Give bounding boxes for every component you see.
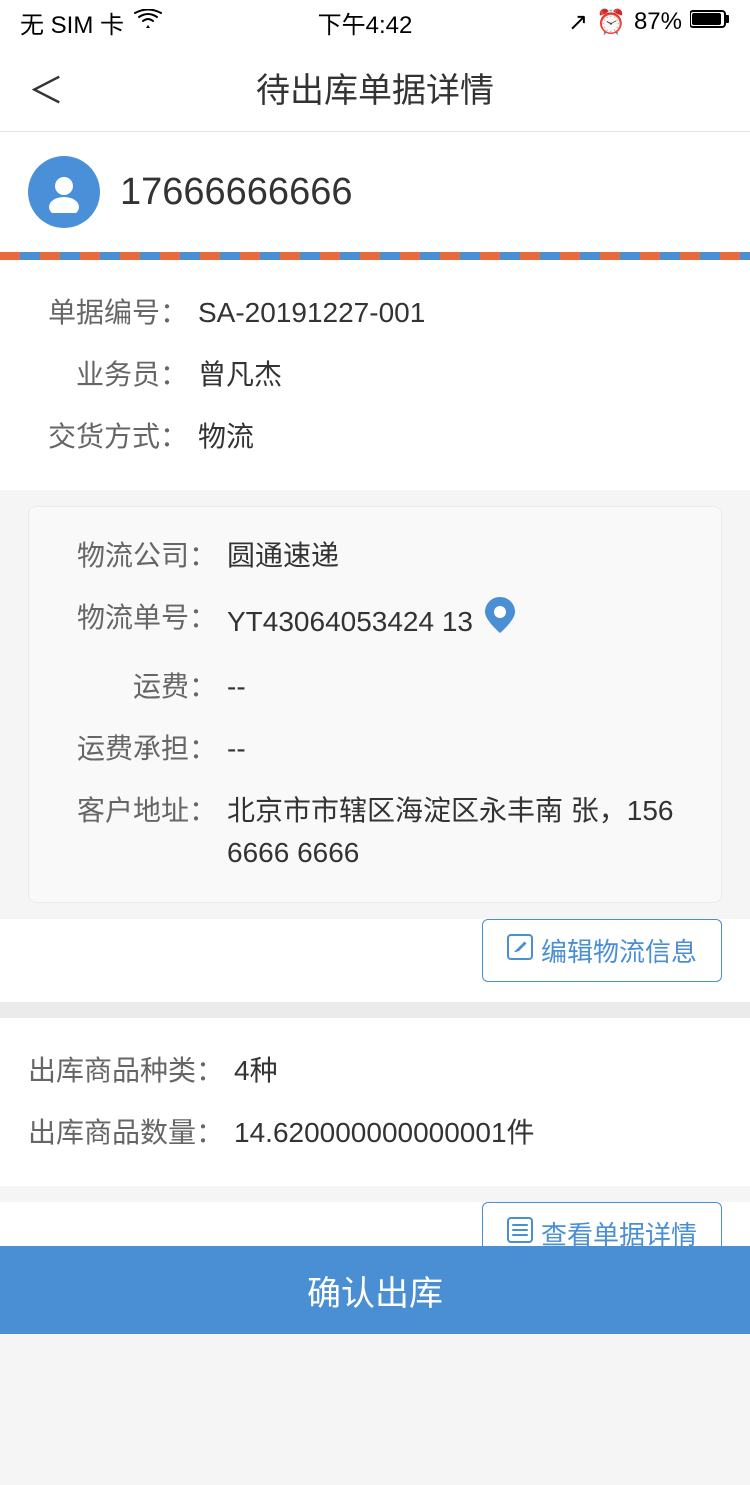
edit-logistics-label: 编辑物流信息 (541, 932, 697, 969)
goods-section: 出库商品种类： 4种 出库商品数量： 14.620000000000001件 (0, 1018, 750, 1186)
section-divider (0, 1002, 750, 1018)
tracking-row: 物流单号： YT43064053424 13 (57, 597, 693, 646)
order-number-value: SA-20191227-001 (198, 292, 722, 334)
freight-row: 运费： -- (57, 666, 693, 708)
edit-logistics-button[interactable]: 编辑物流信息 (482, 919, 722, 982)
logistics-card: 物流公司： 圆通速递 物流单号： YT43064053424 13 运费： --… (28, 506, 722, 903)
order-info-section: 单据编号： SA-20191227-001 业务员： 曾凡杰 交货方式： 物流 (0, 260, 750, 490)
nav-bar: ＜ 待出库单据详情 (0, 44, 750, 132)
order-number-row: 单据编号： SA-20191227-001 (28, 292, 722, 334)
back-button[interactable]: ＜ (28, 62, 64, 114)
battery-text: 87% (634, 8, 682, 36)
dashed-divider (0, 252, 750, 260)
goods-quantity-label: 出库商品数量： (28, 1112, 224, 1154)
freight-bearer-value: -- (227, 728, 693, 770)
edit-action-row: 编辑物流信息 (0, 919, 750, 1002)
logistics-company-row: 物流公司： 圆通速递 (57, 535, 693, 577)
wifi-icon (134, 8, 162, 36)
confirm-bar[interactable]: 确认出库 (0, 1246, 750, 1334)
alarm-icon: ⏰ (596, 8, 626, 37)
freight-label: 运费： (57, 666, 217, 708)
order-number-label: 单据编号： (28, 292, 188, 334)
logistics-company-value: 圆通速递 (227, 535, 693, 577)
location-icon: ↗ (568, 8, 588, 37)
freight-bearer-label: 运费承担： (57, 728, 217, 770)
status-left: 无 SIM 卡 (20, 5, 162, 40)
tracking-label: 物流单号： (57, 597, 217, 639)
battery-icon (690, 8, 730, 36)
address-label: 客户地址： (57, 790, 217, 832)
goods-quantity-value: 14.620000000000001件 (234, 1112, 722, 1154)
goods-quantity-row: 出库商品数量： 14.620000000000001件 (28, 1112, 722, 1154)
user-header: 17666666666 (0, 132, 750, 252)
goods-types-row: 出库商品种类： 4种 (28, 1050, 722, 1092)
freight-bearer-row: 运费承担： -- (57, 728, 693, 770)
status-right: ↗ ⏰ 87% (568, 8, 730, 37)
tracking-value: YT43064053424 13 (227, 597, 693, 646)
salesman-row: 业务员： 曾凡杰 (28, 354, 722, 396)
address-value: 北京市市辖区海淀区永丰南 张，156 6666 6666 (227, 790, 693, 874)
carrier-text: 无 SIM 卡 (20, 5, 124, 40)
avatar (28, 156, 100, 228)
edit-icon (507, 934, 533, 967)
freight-value: -- (227, 666, 693, 708)
user-phone: 17666666666 (120, 171, 352, 214)
goods-types-value: 4种 (234, 1050, 722, 1092)
delivery-value: 物流 (198, 416, 722, 458)
page-title: 待出库单据详情 (256, 63, 494, 112)
confirm-button-label: 确认出库 (307, 1266, 443, 1315)
salesman-label: 业务员： (28, 354, 188, 396)
map-pin-icon[interactable] (485, 597, 515, 646)
delivery-row: 交货方式： 物流 (28, 416, 722, 458)
logistics-company-label: 物流公司： (57, 535, 217, 577)
status-bar: 无 SIM 卡 下午4:42 ↗ ⏰ 87% (0, 0, 750, 44)
delivery-label: 交货方式： (28, 416, 188, 458)
salesman-value: 曾凡杰 (198, 354, 722, 396)
goods-types-label: 出库商品种类： (28, 1050, 224, 1092)
time-display: 下午4:42 (318, 5, 413, 40)
address-row: 客户地址： 北京市市辖区海淀区永丰南 张，156 6666 6666 (57, 790, 693, 874)
